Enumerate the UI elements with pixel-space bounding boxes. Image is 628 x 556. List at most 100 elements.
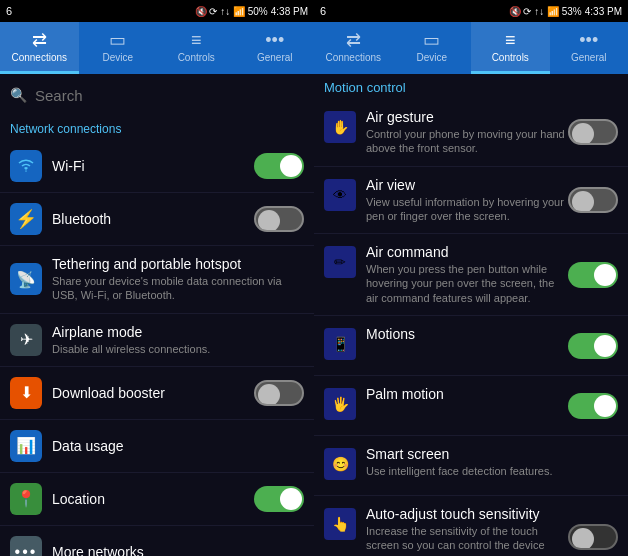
air-command-subtitle: When you press the pen button while hove… xyxy=(366,262,568,305)
location-text: Location xyxy=(52,491,254,507)
tab-connections-left[interactable]: ⇄ Connections xyxy=(0,22,79,74)
airplane-item[interactable]: ✈ Airplane mode Disable all wireless con… xyxy=(0,314,314,367)
tab-connections-label-right: Connections xyxy=(325,52,381,63)
wifi-title: Wi-Fi xyxy=(52,158,254,174)
tab-general-right[interactable]: ••• General xyxy=(550,22,629,74)
tethering-subtitle: Share your device's mobile data connecti… xyxy=(52,274,304,303)
time-left: 4:38 PM xyxy=(271,6,308,17)
tab-controls-label: Controls xyxy=(178,52,215,63)
download-booster-toggle[interactable]: O xyxy=(254,380,304,406)
palm-motion-toggle[interactable]: I xyxy=(568,393,618,419)
search-input[interactable] xyxy=(35,87,304,104)
status-right-left: 6 xyxy=(320,5,326,17)
settings-list: Wi-Fi I ⚡ Bluetooth O xyxy=(0,140,314,556)
more-networks-item[interactable]: ••• More networks xyxy=(0,526,314,556)
more-networks-icon: ••• xyxy=(10,536,42,556)
motions-title: Motions xyxy=(366,326,568,342)
airplane-text: Airplane mode Disable all wireless conne… xyxy=(52,324,304,356)
airplane-title: Airplane mode xyxy=(52,324,304,340)
air-view-icon: 👁 xyxy=(324,179,356,211)
tethering-icon: 📡 xyxy=(10,263,42,295)
auto-adjust-icon: 👆 xyxy=(324,508,356,540)
smart-screen-icon: 😊 xyxy=(324,448,356,480)
download-booster-title: Download booster xyxy=(52,385,254,401)
wifi-toggle[interactable]: I xyxy=(254,153,304,179)
tab-device-label-right: Device xyxy=(416,52,447,63)
air-gesture-text: Air gesture Control your phone by moving… xyxy=(366,109,568,156)
connections-icon: ⇄ xyxy=(32,31,47,49)
left-panel: 6 🔇 ⟳ ↑↓ 📶 50% 4:38 PM ⇄ Connections ▭ D… xyxy=(0,0,314,556)
data-usage-title: Data usage xyxy=(52,438,304,454)
auto-adjust-toggle[interactable]: O xyxy=(568,524,618,550)
tab-bar-right: ⇄ Connections ▭ Device ≡ Controls ••• Ge… xyxy=(314,22,628,74)
air-command-icon: ✏ xyxy=(324,246,356,278)
tab-connections-right[interactable]: ⇄ Connections xyxy=(314,22,393,74)
air-view-subtitle: View useful information by hovering your… xyxy=(366,195,568,224)
smart-screen-title: Smart screen xyxy=(366,446,618,462)
motions-item[interactable]: 📱 Motions I xyxy=(314,316,628,376)
download-booster-item[interactable]: ⬇ Download booster O xyxy=(0,367,314,420)
signal-indicator: 6 xyxy=(6,5,12,17)
bluetooth-toggle[interactable]: O xyxy=(254,206,304,232)
bluetooth-icon: ⚡ xyxy=(10,203,42,235)
tethering-title: Tethering and portable hotspot xyxy=(52,256,304,272)
palm-motion-title: Palm motion xyxy=(366,386,568,402)
download-icon: ⬇ xyxy=(10,377,42,409)
location-toggle[interactable]: I xyxy=(254,486,304,512)
palm-motion-text: Palm motion xyxy=(366,386,568,402)
motions-text: Motions xyxy=(366,326,568,342)
controls-icon-right: ≡ xyxy=(505,31,516,49)
air-view-title: Air view xyxy=(366,177,568,193)
device-icon-right: ▭ xyxy=(423,31,440,49)
air-view-toggle[interactable]: O xyxy=(568,187,618,213)
auto-adjust-title: Auto-adjust touch sensitivity xyxy=(366,506,568,522)
smart-screen-item[interactable]: 😊 Smart screen Use intelligent face dete… xyxy=(314,436,628,496)
tab-general-label: General xyxy=(257,52,293,63)
more-networks-text: More networks xyxy=(52,544,304,556)
bluetooth-title: Bluetooth xyxy=(52,211,254,227)
tab-connections-label: Connections xyxy=(11,52,67,63)
air-view-item[interactable]: 👁 Air view View useful information by ho… xyxy=(314,167,628,235)
status-bar-right: 6 🔇 ⟳ ↑↓ 📶 53% 4:33 PM xyxy=(314,0,628,22)
air-gesture-subtitle: Control your phone by moving your hand a… xyxy=(366,127,568,156)
search-icon: 🔍 xyxy=(10,87,27,103)
bluetooth-item[interactable]: ⚡ Bluetooth O xyxy=(0,193,314,246)
tab-bar-left: ⇄ Connections ▭ Device ≡ Controls ••• Ge… xyxy=(0,22,314,74)
download-booster-text: Download booster xyxy=(52,385,254,401)
air-gesture-toggle[interactable]: O xyxy=(568,119,618,145)
tethering-item[interactable]: 📡 Tethering and portable hotspot Share y… xyxy=(0,246,314,314)
notification-icons: 🔇 ⟳ ↑↓ 📶 50% xyxy=(195,6,268,17)
search-bar: 🔍 xyxy=(0,74,314,116)
motion-section-header: Motion control xyxy=(314,74,628,99)
auto-adjust-item[interactable]: 👆 Auto-adjust touch sensitivity Increase… xyxy=(314,496,628,556)
air-command-item[interactable]: ✏ Air command When you press the pen but… xyxy=(314,234,628,316)
time-right: 4:33 PM xyxy=(585,6,622,17)
air-command-text: Air command When you press the pen butto… xyxy=(366,244,568,305)
tab-general-left[interactable]: ••• General xyxy=(236,22,315,74)
palm-motion-icon: 🖐 xyxy=(324,388,356,420)
tab-device-label: Device xyxy=(102,52,133,63)
tab-device-right[interactable]: ▭ Device xyxy=(393,22,472,74)
general-icon: ••• xyxy=(265,31,284,49)
air-gesture-item[interactable]: ✋ Air gesture Control your phone by movi… xyxy=(314,99,628,167)
wifi-item[interactable]: Wi-Fi I xyxy=(0,140,314,193)
auto-adjust-text: Auto-adjust touch sensitivity Increase t… xyxy=(366,506,568,556)
tab-controls-right[interactable]: ≡ Controls xyxy=(471,22,550,74)
motions-icon: 📱 xyxy=(324,328,356,360)
smart-screen-text: Smart screen Use intelligent face detect… xyxy=(366,446,618,478)
motions-toggle[interactable]: I xyxy=(568,333,618,359)
air-gesture-title: Air gesture xyxy=(366,109,568,125)
auto-adjust-subtitle: Increase the sensitivity of the touch sc… xyxy=(366,524,568,556)
data-usage-item[interactable]: 📊 Data usage xyxy=(0,420,314,473)
air-command-toggle[interactable]: I xyxy=(568,262,618,288)
tab-controls-left[interactable]: ≡ Controls xyxy=(157,22,236,74)
tethering-text: Tethering and portable hotspot Share you… xyxy=(52,256,304,303)
status-left: 6 xyxy=(6,5,12,17)
controls-icon: ≡ xyxy=(191,31,202,49)
air-gesture-icon: ✋ xyxy=(324,111,356,143)
network-section-header: Network connections xyxy=(0,116,314,140)
location-item[interactable]: 📍 Location I xyxy=(0,473,314,526)
bluetooth-text: Bluetooth xyxy=(52,211,254,227)
palm-motion-item[interactable]: 🖐 Palm motion I xyxy=(314,376,628,436)
tab-device-left[interactable]: ▭ Device xyxy=(79,22,158,74)
